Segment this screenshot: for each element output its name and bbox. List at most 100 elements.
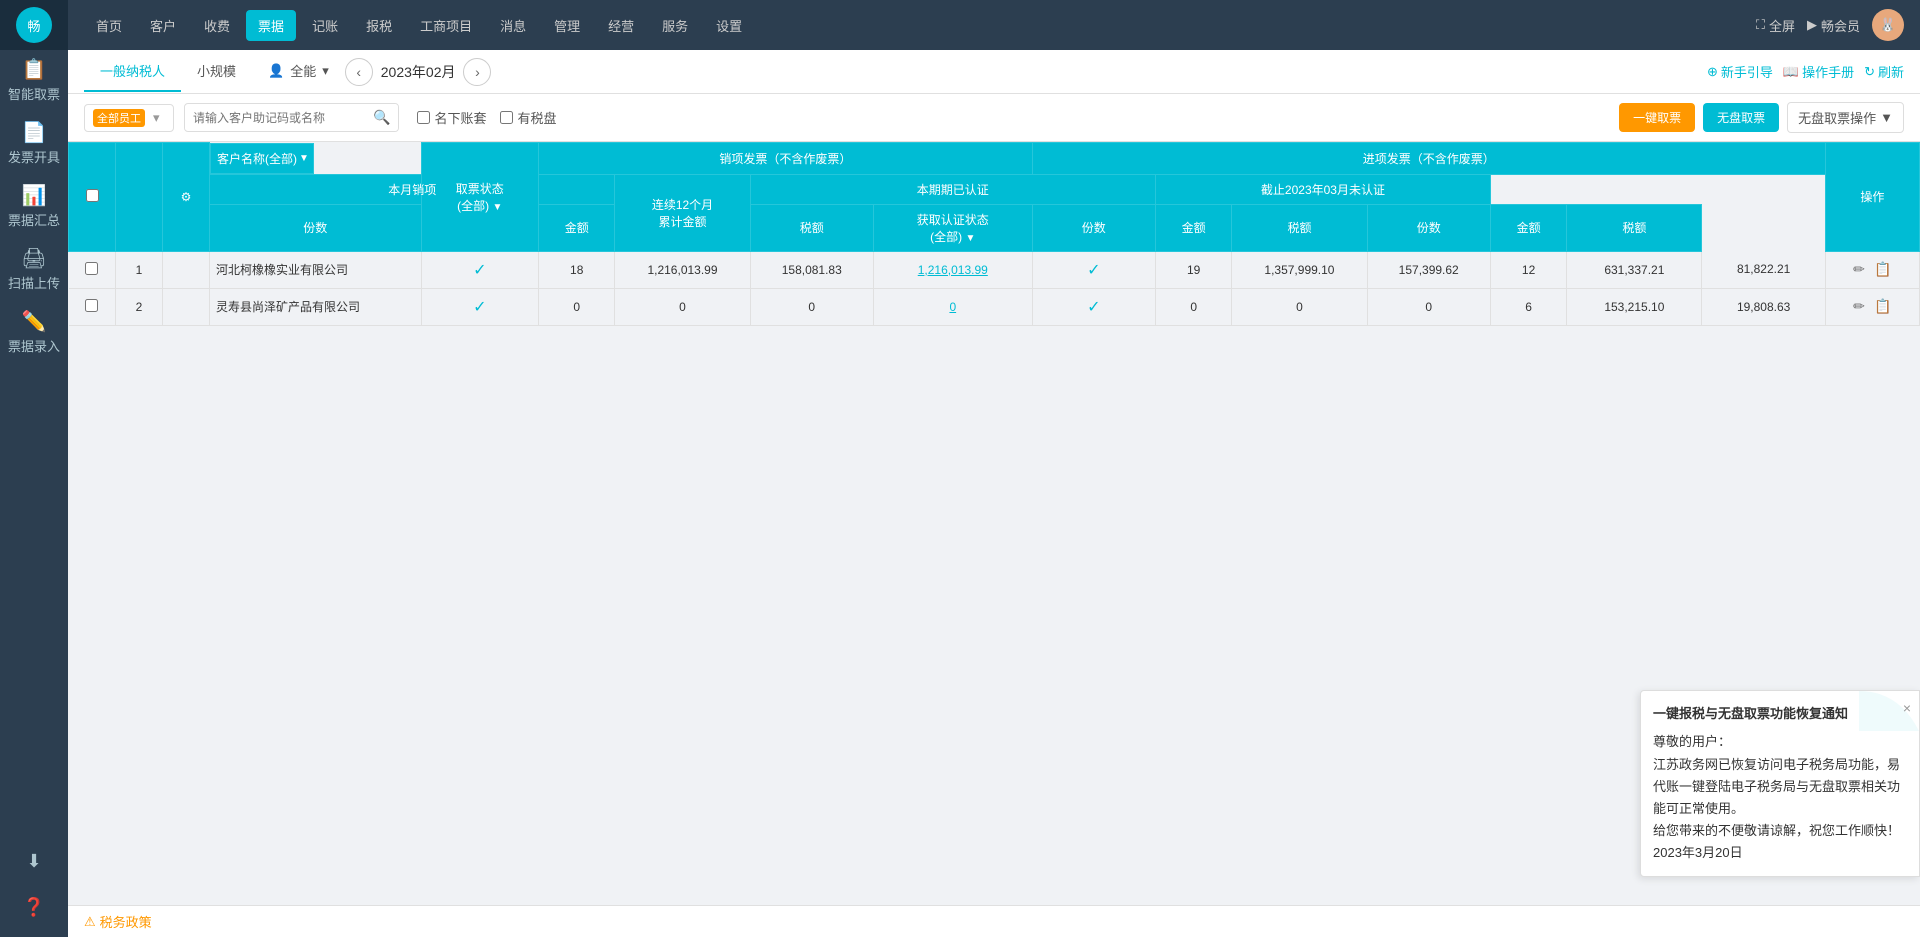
th-gear: ⚙ [163, 143, 210, 252]
th-uncert-count: 份数 [1367, 204, 1490, 251]
row2-uncert-count: 6 [1490, 288, 1566, 325]
row2-take-status-icon: ✓ [473, 299, 486, 316]
vip-btn[interactable]: ▶ 畅会员 [1807, 16, 1860, 35]
th-monthly-sales: 本月销项 [210, 174, 615, 204]
employee-selector[interactable]: 全部员工 ▾ [84, 104, 174, 132]
row2-checkbox[interactable] [69, 288, 116, 325]
row1-uncert-count: 12 [1490, 251, 1566, 288]
tab-small-scale[interactable]: 小规模 [181, 51, 252, 92]
scan-upload-icon: 🖨 [21, 249, 46, 269]
select-all-checkbox[interactable] [86, 189, 99, 202]
th-customer-name[interactable]: 客户名称(全部) ▼ [210, 143, 314, 174]
row1-copy-icon[interactable]: 📋 [1874, 261, 1891, 277]
sidebar-item-smart-ticket[interactable]: 📋 智能取票 [0, 50, 68, 113]
app-logo[interactable]: 畅 [0, 0, 68, 50]
row2-purchase-tax: 0 [1367, 288, 1490, 325]
checkbox-has-disk-input[interactable] [500, 111, 513, 124]
new-guide-icon: ⊕ [1707, 64, 1718, 80]
topnav-right: ⛶ 全屏 ▶ 畅会员 🐰 [1756, 9, 1904, 41]
th-cert-status[interactable]: 获取认证状态(全部) ▼ [873, 204, 1032, 251]
notification-content: 江苏政务网已恢复访问电子税务局功能，易代账一键登陆电子税务局与无盘取票相关功能可… [1653, 754, 1907, 820]
row2-cumulative[interactable]: 0 [873, 288, 1032, 325]
policy-link[interactable]: 税务政策 [100, 912, 152, 931]
th-uncert-tax: 税额 [1567, 204, 1702, 251]
row1-cert-status: ✓ [1032, 251, 1155, 288]
row1-name[interactable]: 河北柯橡橡实业有限公司 [210, 251, 422, 288]
nav-business[interactable]: 工商项目 [408, 10, 484, 41]
row2-actions: ✏ 📋 [1825, 288, 1919, 325]
nav-manage[interactable]: 管理 [542, 10, 592, 41]
nav-billing[interactable]: 收费 [192, 10, 242, 41]
th-uncert-amount: 金额 [1490, 204, 1566, 251]
row2-copy-icon[interactable]: 📋 [1874, 298, 1891, 314]
bottom-bar: ⚠ 税务政策 [68, 905, 1920, 937]
sidebar-item-invoice-summary[interactable]: 📊 票据汇总 [0, 176, 68, 239]
th-sales-tax: 税额 [750, 204, 873, 251]
th-purchase-tax: 税额 [1232, 204, 1367, 251]
tab-general-taxpayer[interactable]: 一般纳税人 [84, 51, 181, 92]
row2-sales-amount: 0 [615, 288, 750, 325]
topnav: 首页 客户 收费 票据 记账 报税 工商项目 消息 管理 经营 服务 设置 ⛶ … [68, 0, 1920, 50]
th-action-header: 操作 [1825, 143, 1919, 252]
table-header-col-row: 份数 金额 税额 获取认证状态(全部) ▼ 份数 金额 税额 份数 金额 税额 [69, 204, 1920, 251]
nav-service[interactable]: 服务 [650, 10, 700, 41]
employee-tag: 全部员工 [93, 109, 145, 127]
toolbar: 全部员工 ▾ 🔍 名下账套 有税盘 一键取票 无盘取票 [68, 94, 1920, 142]
nav-message[interactable]: 消息 [488, 10, 538, 41]
row1-edit-icon[interactable]: ✏ [1853, 261, 1865, 277]
row1-uncert-tax: 81,822.21 [1702, 251, 1825, 288]
row1-sales-tax: 158,081.83 [750, 251, 873, 288]
row2-edit-icon[interactable]: ✏ [1853, 298, 1865, 314]
checkbox-sub-account[interactable]: 名下账套 [417, 108, 486, 127]
nav-settings[interactable]: 设置 [704, 10, 754, 41]
current-date: 2023年02月 [381, 62, 456, 82]
new-guide-btn[interactable]: ⊕ 新手引导 [1707, 62, 1773, 81]
checkbox-sub-account-input[interactable] [417, 111, 430, 124]
sidebar-item-invoice-open[interactable]: 📄 发票开具 [0, 113, 68, 176]
row2-purchase-amount: 0 [1232, 288, 1367, 325]
sidebar-item-scan-upload[interactable]: 🖨 扫描上传 [0, 239, 68, 302]
row1-purchase-amount: 1,357,999.10 [1232, 251, 1367, 288]
search-input[interactable] [185, 106, 365, 130]
row1-actions: ✏ 📋 [1825, 251, 1919, 288]
fullscreen-icon: ⛶ [1756, 17, 1765, 33]
nav-bookkeeping[interactable]: 记账 [300, 10, 350, 41]
avatar[interactable]: 🐰 [1872, 9, 1904, 41]
prev-month-btn[interactable]: ‹ [345, 58, 373, 86]
refresh-btn[interactable]: ↻ 刷新 [1864, 62, 1904, 81]
row1-take-status: ✓ [421, 251, 539, 288]
row1-gear [163, 251, 210, 288]
fullscreen-btn[interactable]: ⛶ 全屏 [1756, 16, 1795, 35]
next-month-btn[interactable]: › [463, 58, 491, 86]
row1-cumulative[interactable]: 1,216,013.99 [873, 251, 1032, 288]
tab-all[interactable]: 👤 全能 ▾ [252, 51, 345, 92]
notification-scroll[interactable]: 尊敬的用户： 江苏政务网已恢复访问电子税务局功能，易代账一键登陆电子税务局与无盘… [1653, 731, 1907, 864]
one-click-ticket-btn[interactable]: 一键取票 [1619, 103, 1695, 132]
search-btn[interactable]: 🔍 [365, 104, 398, 131]
table-row: 1 河北柯橡橡实业有限公司 ✓ 18 1,216,013.99 158,081.… [69, 251, 1920, 288]
checkbox-has-disk[interactable]: 有税盘 [500, 108, 556, 127]
sidebar-item-ticket-entry[interactable]: ✏️ 票据录入 [0, 302, 68, 365]
manual-btn[interactable]: 📖 操作手册 [1783, 62, 1854, 81]
nav-operation[interactable]: 经营 [596, 10, 646, 41]
no-disk-ticket-btn[interactable]: 无盘取票 [1703, 103, 1779, 132]
download-icon[interactable]: ⬇ [0, 841, 68, 881]
row1-checkbox[interactable] [69, 251, 116, 288]
no-disk-ops-btn[interactable]: 无盘取票操作 ▼ [1787, 102, 1904, 133]
manual-icon: 📖 [1783, 64, 1799, 80]
notification-title: 一键报税与无盘取票功能恢复通知 [1653, 703, 1907, 725]
nav-tax[interactable]: 报税 [354, 10, 404, 41]
row2-seq: 2 [116, 288, 163, 325]
notification-panel: × 一键报税与无盘取票功能恢复通知 尊敬的用户： 江苏政务网已恢复访问电子税务局… [1640, 690, 1920, 877]
th-purchase-count: 份数 [1032, 204, 1155, 251]
row1-sales-count: 18 [539, 251, 615, 288]
nav-customer[interactable]: 客户 [138, 10, 188, 41]
table-header-group-row: ⚙ 客户名称(全部) ▼ 取票状态(全部) ▼ 销项发票（不含作废票） 进项发票… [69, 143, 1920, 175]
notification-close-btn[interactable]: × [1903, 697, 1911, 721]
help-icon[interactable]: ❓ [0, 887, 68, 927]
row2-name[interactable]: 灵寿县尚泽矿产品有限公司 [210, 288, 422, 325]
nav-ticket[interactable]: 票据 [246, 10, 296, 41]
th-checkbox[interactable] [69, 143, 116, 252]
nav-home[interactable]: 首页 [84, 10, 134, 41]
row1-take-status-icon: ✓ [473, 262, 486, 279]
